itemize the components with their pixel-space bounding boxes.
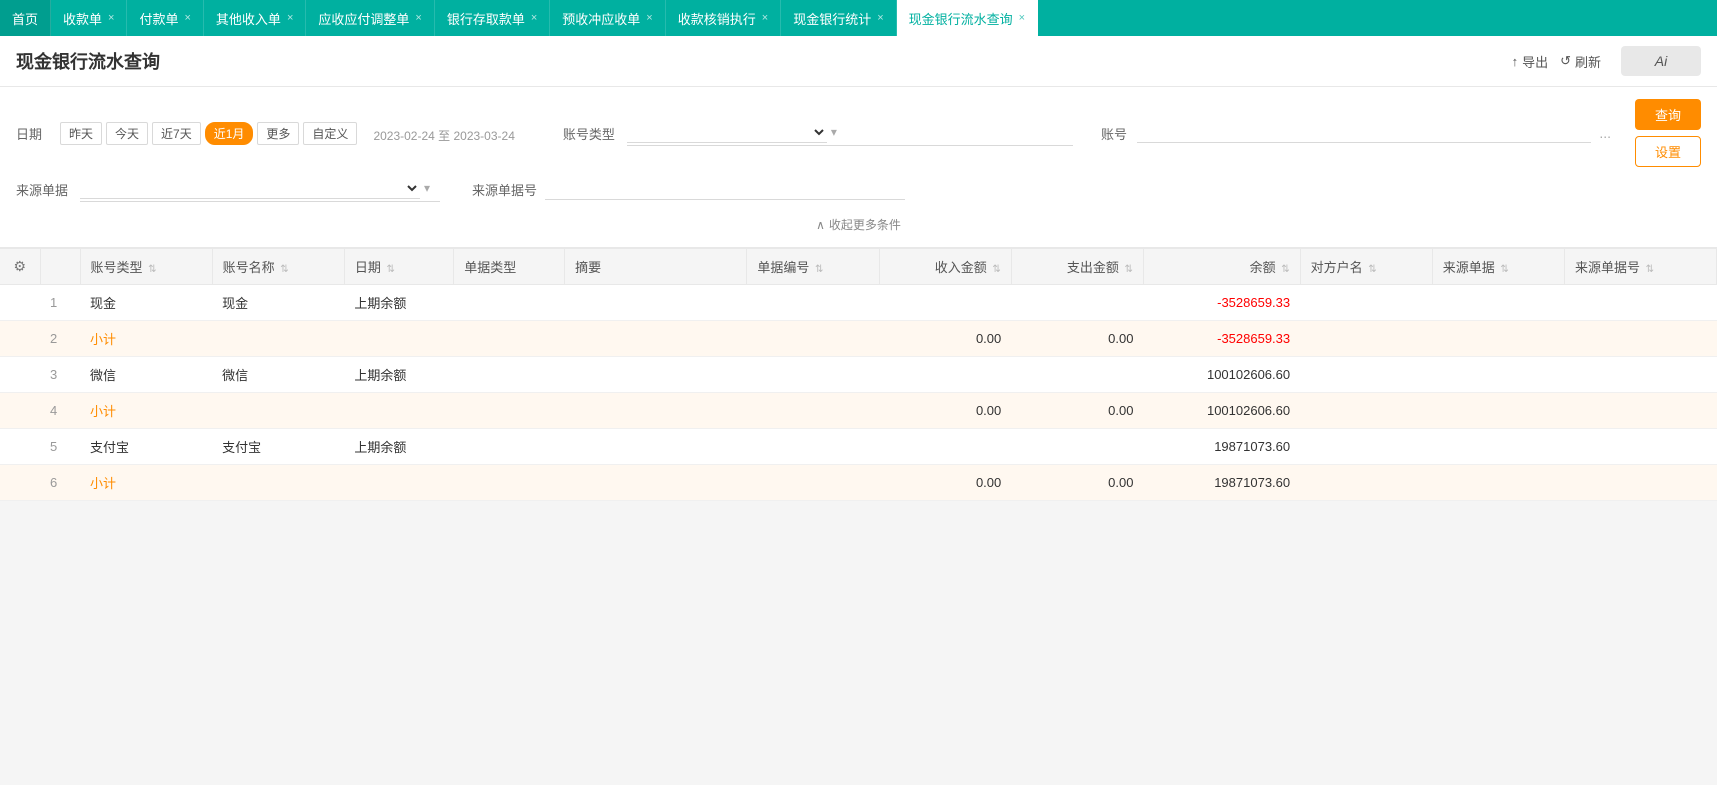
th-date[interactable]: 日期 ⇅ [344, 249, 453, 285]
nav-label-statistics: 现金银行统计 [793, 9, 871, 28]
nav-item-collection[interactable]: 收款核销执行 × [666, 0, 781, 36]
shortcut-7days[interactable]: 近7天 [152, 122, 201, 145]
nav-item-payments[interactable]: 付款单 × [127, 0, 203, 36]
cashflow-table: ⚙ 账号类型 ⇅ 账号名称 ⇅ 日期 ⇅ 单据类型 摘要 单据编号 ⇅ 收入金额… [0, 248, 1717, 501]
table-row: 3微信微信上期余额100102606.60 [0, 357, 1717, 393]
nav-item-prepayment[interactable]: 预收冲应收单 × [550, 0, 665, 36]
table-row: 4小计0.000.00100102606.60 [0, 393, 1717, 429]
th-counterparty[interactable]: 对方户名 ⇅ [1300, 249, 1432, 285]
close-icon-cashflow[interactable]: × [1019, 12, 1025, 24]
th-index [40, 249, 80, 285]
nav-home-label: 首页 [12, 9, 38, 28]
close-icon-collection[interactable]: × [762, 12, 768, 24]
collapse-button[interactable]: ∧ 收起更多条件 [816, 216, 901, 233]
export-icon: ↑ [1512, 54, 1519, 69]
th-income[interactable]: 收入金额 ⇅ [879, 249, 1011, 285]
header-actions: ↑ 导出 ↺ 刷新 Ai [1512, 46, 1701, 76]
table-body: 1现金现金上期余额-3528659.332小计0.000.00-3528659.… [0, 285, 1717, 501]
settings-button[interactable]: 设置 [1635, 136, 1701, 167]
collapse-label: 收起更多条件 [829, 216, 901, 233]
close-icon-receipts[interactable]: × [108, 12, 114, 24]
nav-item-ar-ap[interactable]: 应收应付调整单 × [306, 0, 434, 36]
nav-home[interactable]: 首页 [0, 0, 51, 36]
close-icon-ar-ap[interactable]: × [415, 12, 421, 24]
nav-item-bank[interactable]: 银行存取款单 × [435, 0, 550, 36]
account-type-select-wrapper: ▾ [627, 121, 1073, 146]
th-source-doc-no[interactable]: 来源单据号 ⇅ [1564, 249, 1716, 285]
nav-item-receipts[interactable]: 收款单 × [51, 0, 127, 36]
nav-label-bank: 银行存取款单 [447, 9, 525, 28]
close-icon-prepayment[interactable]: × [646, 12, 652, 24]
filter-row-date: 日期 昨天 今天 近7天 近1月 更多 自定义 2023-02-24 至 202… [16, 99, 1701, 167]
account-no-input[interactable] [1137, 123, 1591, 143]
th-settings[interactable]: ⚙ [0, 249, 40, 285]
nav-label-prepayment: 预收冲应收单 [562, 9, 640, 28]
table-row: 1现金现金上期余额-3528659.33 [0, 285, 1717, 321]
nav-item-other-income[interactable]: 其他收入单 × [204, 0, 306, 36]
th-account-type[interactable]: 账号类型 ⇅ [80, 249, 212, 285]
filter-row-source: 来源单据 ▾ 来源单据号 [16, 177, 1701, 202]
page-title: 现金银行流水查询 [16, 48, 160, 74]
account-type-select[interactable] [627, 121, 827, 143]
table-container: ⚙ 账号类型 ⇅ 账号名称 ⇅ 日期 ⇅ 单据类型 摘要 单据编号 ⇅ 收入金额… [0, 248, 1717, 501]
account-type-label: 账号类型 [563, 124, 619, 143]
shortcut-more[interactable]: 更多 [257, 122, 299, 145]
table-row: 5支付宝支付宝上期余额19871073.60 [0, 429, 1717, 465]
account-no-ellipsis-button[interactable]: ... [1599, 125, 1611, 141]
nav-label-ar-ap: 应收应付调整单 [318, 9, 409, 28]
ai-badge[interactable]: Ai [1621, 46, 1701, 76]
date-filter-label: 日期 [16, 124, 52, 143]
close-icon-statistics[interactable]: × [877, 12, 883, 24]
refresh-icon: ↺ [1560, 53, 1571, 69]
th-expense[interactable]: 支出金额 ⇅ [1011, 249, 1143, 285]
source-doc-select[interactable] [80, 177, 420, 199]
source-doc-select-wrapper: ▾ [80, 177, 440, 202]
filter-area: 日期 昨天 今天 近7天 近1月 更多 自定义 2023-02-24 至 202… [0, 87, 1717, 248]
refresh-label: 刷新 [1575, 52, 1601, 71]
shortcut-today[interactable]: 今天 [106, 122, 148, 145]
th-source-doc[interactable]: 来源单据 ⇅ [1432, 249, 1564, 285]
date-range-display: 2023-02-24 至 2023-03-24 [373, 127, 514, 144]
shortcut-custom[interactable]: 自定义 [303, 122, 357, 145]
export-label: 导出 [1522, 52, 1548, 71]
date-shortcuts: 昨天 今天 近7天 近1月 更多 自定义 [60, 122, 357, 145]
account-type-dropdown-icon: ▾ [831, 125, 837, 139]
shortcut-1month[interactable]: 近1月 [205, 122, 254, 145]
nav-label-collection: 收款核销执行 [678, 9, 756, 28]
th-doc-no[interactable]: 单据编号 ⇅ [747, 249, 879, 285]
refresh-button[interactable]: ↺ 刷新 [1560, 52, 1601, 71]
close-icon-other-income[interactable]: × [287, 12, 293, 24]
source-doc-label: 来源单据 [16, 180, 72, 199]
close-icon-payments[interactable]: × [184, 12, 190, 24]
page-header: 现金银行流水查询 ↑ 导出 ↺ 刷新 Ai [0, 36, 1717, 87]
th-doc-type: 单据类型 [454, 249, 565, 285]
nav-label-cashflow: 现金银行流水查询 [909, 9, 1013, 28]
table-row: 2小计0.000.00-3528659.33 [0, 321, 1717, 357]
nav-item-statistics[interactable]: 现金银行统计 × [781, 0, 896, 36]
collapse-row: ∧ 收起更多条件 [16, 212, 1701, 239]
query-button[interactable]: 查询 [1635, 99, 1701, 130]
source-doc-no-input[interactable] [545, 180, 905, 200]
table-row: 6小计0.000.0019871073.60 [0, 465, 1717, 501]
top-navigation: 首页 收款单 × 付款单 × 其他收入单 × 应收应付调整单 × 银行存取款单 … [0, 0, 1717, 36]
nav-item-cashflow[interactable]: 现金银行流水查询 × [897, 0, 1038, 36]
table-header-row: ⚙ 账号类型 ⇅ 账号名称 ⇅ 日期 ⇅ 单据类型 摘要 单据编号 ⇅ 收入金额… [0, 249, 1717, 285]
nav-label-receipts: 收款单 [63, 9, 102, 28]
close-icon-bank[interactable]: × [531, 12, 537, 24]
export-button[interactable]: ↑ 导出 [1512, 52, 1549, 71]
th-summary: 摘要 [565, 249, 747, 285]
shortcut-yesterday[interactable]: 昨天 [60, 122, 102, 145]
nav-label-payments: 付款单 [139, 9, 178, 28]
account-no-label: 账号 [1101, 124, 1129, 143]
nav-label-other-income: 其他收入单 [216, 9, 281, 28]
source-doc-no-label: 来源单据号 [472, 180, 537, 199]
column-settings-icon[interactable]: ⚙ [13, 258, 26, 274]
th-account-name[interactable]: 账号名称 ⇅ [212, 249, 344, 285]
th-balance[interactable]: 余额 ⇅ [1143, 249, 1300, 285]
collapse-icon: ∧ [816, 218, 825, 232]
source-doc-dropdown-icon: ▾ [424, 181, 430, 195]
